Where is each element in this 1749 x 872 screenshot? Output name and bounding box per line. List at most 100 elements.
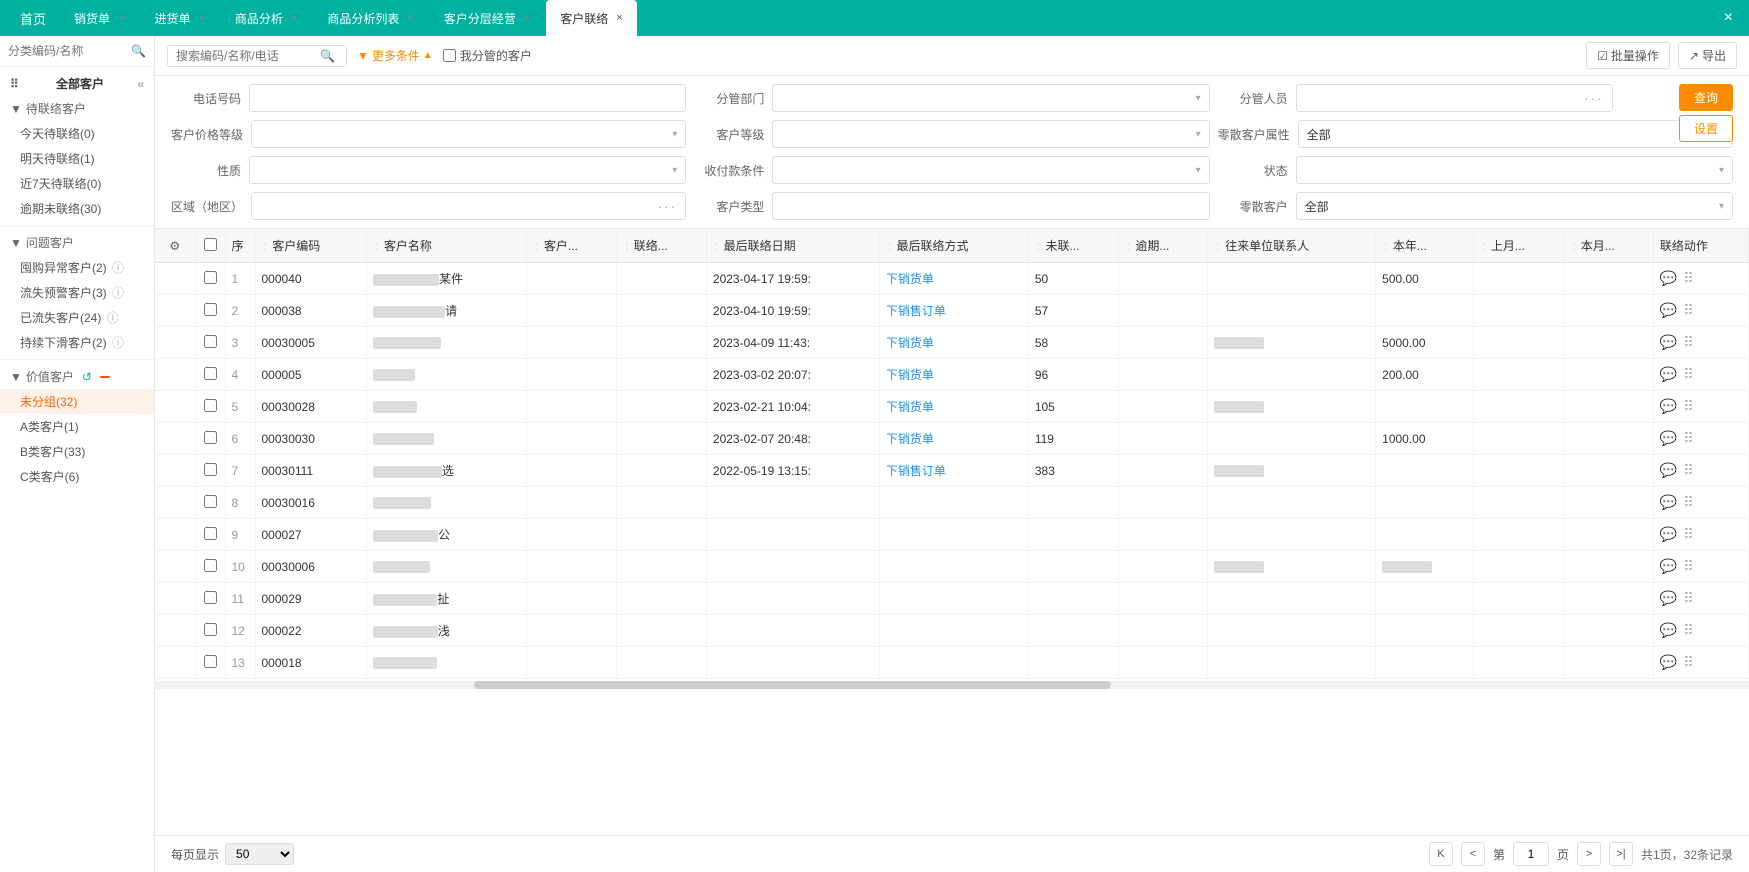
last-method-link[interactable]: 下销货单 bbox=[886, 368, 934, 382]
sidebar-item-7days[interactable]: 近7天待联络(0) bbox=[0, 171, 154, 196]
col-resize-lastdate[interactable]: : bbox=[713, 239, 720, 253]
chat-icon[interactable]: 💬 bbox=[1660, 302, 1677, 319]
more-icon[interactable]: ⠿ bbox=[1683, 430, 1693, 447]
next-page-button[interactable]: > bbox=[1577, 842, 1601, 866]
more-icon[interactable]: ⠿ bbox=[1683, 398, 1693, 415]
last-method-link[interactable]: 下销货单 bbox=[886, 400, 934, 414]
more-icon[interactable]: ⠿ bbox=[1683, 270, 1693, 287]
row-checkbox[interactable] bbox=[204, 591, 217, 604]
dept-select[interactable]: ▾ bbox=[772, 84, 1209, 112]
row-checkbox[interactable] bbox=[204, 559, 217, 572]
sidebar-item-warning[interactable]: 流失预警客户(3) ⓘ bbox=[0, 280, 154, 305]
sidebar-item-c-class[interactable]: C类客户(6) bbox=[0, 464, 154, 489]
last-method-link[interactable]: 下销货单 bbox=[886, 272, 934, 286]
row-checkbox[interactable] bbox=[204, 367, 217, 380]
more-icon[interactable]: ⠿ bbox=[1683, 334, 1693, 351]
last-method-link[interactable]: 下销货单 bbox=[886, 432, 934, 446]
horizontal-scrollbar[interactable] bbox=[155, 681, 1749, 689]
more-icon[interactable]: ⠿ bbox=[1683, 558, 1693, 575]
nav-tab-purchase[interactable]: 进货单 × bbox=[140, 0, 218, 36]
status-select[interactable]: ▾ bbox=[1296, 156, 1733, 184]
nav-tab-customer-tier[interactable]: 客户分层经营 × bbox=[430, 0, 544, 36]
nav-tab-sales[interactable]: 销货单 × bbox=[60, 0, 138, 36]
table-settings-icon[interactable]: ⚙ bbox=[169, 239, 180, 253]
customer-level-select[interactable]: ▾ bbox=[772, 120, 1209, 148]
col-resize-thismonth[interactable]: : bbox=[1570, 239, 1577, 253]
more-icon[interactable]: ⠿ bbox=[1683, 494, 1693, 511]
page-input[interactable] bbox=[1513, 842, 1549, 866]
manager-input[interactable]: ··· bbox=[1296, 84, 1613, 112]
last-method-link[interactable]: 下销货单 bbox=[886, 336, 934, 350]
close-purchase-tab[interactable]: × bbox=[198, 12, 204, 24]
more-icon[interactable]: ⠿ bbox=[1683, 366, 1693, 383]
chat-icon[interactable]: 💬 bbox=[1660, 590, 1677, 607]
chat-icon[interactable]: 💬 bbox=[1660, 622, 1677, 639]
row-checkbox[interactable] bbox=[204, 431, 217, 444]
sidebar-search-input[interactable] bbox=[8, 44, 127, 58]
sidebar-group-pending[interactable]: ▼ 待联络客户 bbox=[0, 96, 154, 121]
retail-attr-select[interactable]: 全部 ▾ bbox=[1298, 120, 1733, 148]
chat-icon[interactable]: 💬 bbox=[1660, 334, 1677, 351]
close-analysis-tab[interactable]: × bbox=[291, 12, 297, 24]
export-button[interactable]: ↗ 导出 bbox=[1678, 42, 1737, 69]
refresh-icon[interactable]: ↺ bbox=[82, 370, 92, 384]
sidebar-item-a-class[interactable]: A类客户(1) bbox=[0, 414, 154, 439]
close-customer-tier-tab[interactable]: × bbox=[524, 12, 530, 24]
row-checkbox[interactable] bbox=[204, 303, 217, 316]
batch-ops-button[interactable]: ☑ 批量操作 bbox=[1586, 42, 1670, 69]
my-customers-checkbox[interactable]: 我分管的客户 bbox=[443, 47, 532, 64]
payment-select[interactable]: ▾ bbox=[772, 156, 1209, 184]
col-resize-code[interactable]: : bbox=[262, 239, 269, 253]
col-resize-notcontact[interactable]: : bbox=[1035, 239, 1042, 253]
more-icon[interactable]: ⠿ bbox=[1683, 302, 1693, 319]
reset-button[interactable]: 设置 bbox=[1679, 115, 1733, 142]
sidebar-group-problem[interactable]: ▼ 问题客户 bbox=[0, 230, 154, 255]
row-checkbox[interactable] bbox=[204, 495, 217, 508]
sidebar-item-ungroup[interactable]: 未分组(32) bbox=[0, 389, 154, 414]
last-page-button[interactable]: >| bbox=[1609, 842, 1633, 866]
search-input[interactable] bbox=[176, 49, 316, 63]
chat-icon[interactable]: 💬 bbox=[1660, 558, 1677, 575]
sidebar-collapse-button[interactable]: « bbox=[137, 77, 144, 91]
search-icon[interactable]: 🔍 bbox=[320, 49, 335, 63]
row-checkbox[interactable] bbox=[204, 623, 217, 636]
region-input[interactable]: ··· bbox=[251, 192, 686, 220]
sidebar-search-icon[interactable]: 🔍 bbox=[131, 44, 146, 58]
more-icon[interactable]: ⠿ bbox=[1683, 462, 1693, 479]
sidebar-item-abnormal[interactable]: 囤购异常客户(2) ⓘ bbox=[0, 255, 154, 280]
select-all-checkbox[interactable] bbox=[204, 238, 217, 251]
close-all-button[interactable]: × bbox=[1716, 5, 1741, 31]
chat-icon[interactable]: 💬 bbox=[1660, 430, 1677, 447]
price-level-select[interactable]: ▾ bbox=[251, 120, 686, 148]
nav-tab-customer-contact[interactable]: 客户联络 × bbox=[546, 0, 636, 36]
more-icon[interactable]: ⠿ bbox=[1683, 526, 1693, 543]
more-conditions-button[interactable]: ▼ 更多条件 ▲ bbox=[357, 47, 433, 64]
row-checkbox[interactable] bbox=[204, 399, 217, 412]
sidebar-item-declining[interactable]: 持续下滑客户(2) ⓘ bbox=[0, 330, 154, 355]
page-size-select[interactable]: 50 100 200 bbox=[225, 843, 294, 865]
customer-type-input[interactable] bbox=[772, 192, 1209, 220]
nav-home[interactable]: 首页 bbox=[8, 3, 58, 34]
phone-input[interactable] bbox=[249, 84, 686, 112]
first-page-button[interactable]: K bbox=[1429, 842, 1453, 866]
row-checkbox[interactable] bbox=[204, 271, 217, 284]
col-resize-contactperson[interactable]: : bbox=[1214, 239, 1221, 253]
chat-icon[interactable]: 💬 bbox=[1660, 526, 1677, 543]
col-resize-lastmethod[interactable]: : bbox=[886, 239, 893, 253]
close-sales-tab[interactable]: × bbox=[118, 12, 124, 24]
last-method-link[interactable]: 下销售订单 bbox=[886, 304, 946, 318]
chat-icon[interactable]: 💬 bbox=[1660, 654, 1677, 671]
chat-icon[interactable]: 💬 bbox=[1660, 494, 1677, 511]
last-method-link[interactable]: 下销售订单 bbox=[886, 464, 946, 478]
sidebar-item-overdue[interactable]: 逾期未联络(30) bbox=[0, 196, 154, 221]
chat-icon[interactable]: 💬 bbox=[1660, 366, 1677, 383]
more-icon[interactable]: ⠿ bbox=[1683, 590, 1693, 607]
row-checkbox[interactable] bbox=[204, 655, 217, 668]
sidebar-item-tomorrow[interactable]: 明天待联络(1) bbox=[0, 146, 154, 171]
nav-tab-analysis[interactable]: 商品分析 × bbox=[221, 0, 311, 36]
my-customers-check[interactable] bbox=[443, 49, 456, 62]
sidebar-item-today[interactable]: 今天待联络(0) bbox=[0, 121, 154, 146]
query-button[interactable]: 查询 bbox=[1679, 84, 1733, 111]
close-customer-contact-tab[interactable]: × bbox=[616, 12, 622, 24]
close-analysis-list-tab[interactable]: × bbox=[407, 12, 413, 24]
